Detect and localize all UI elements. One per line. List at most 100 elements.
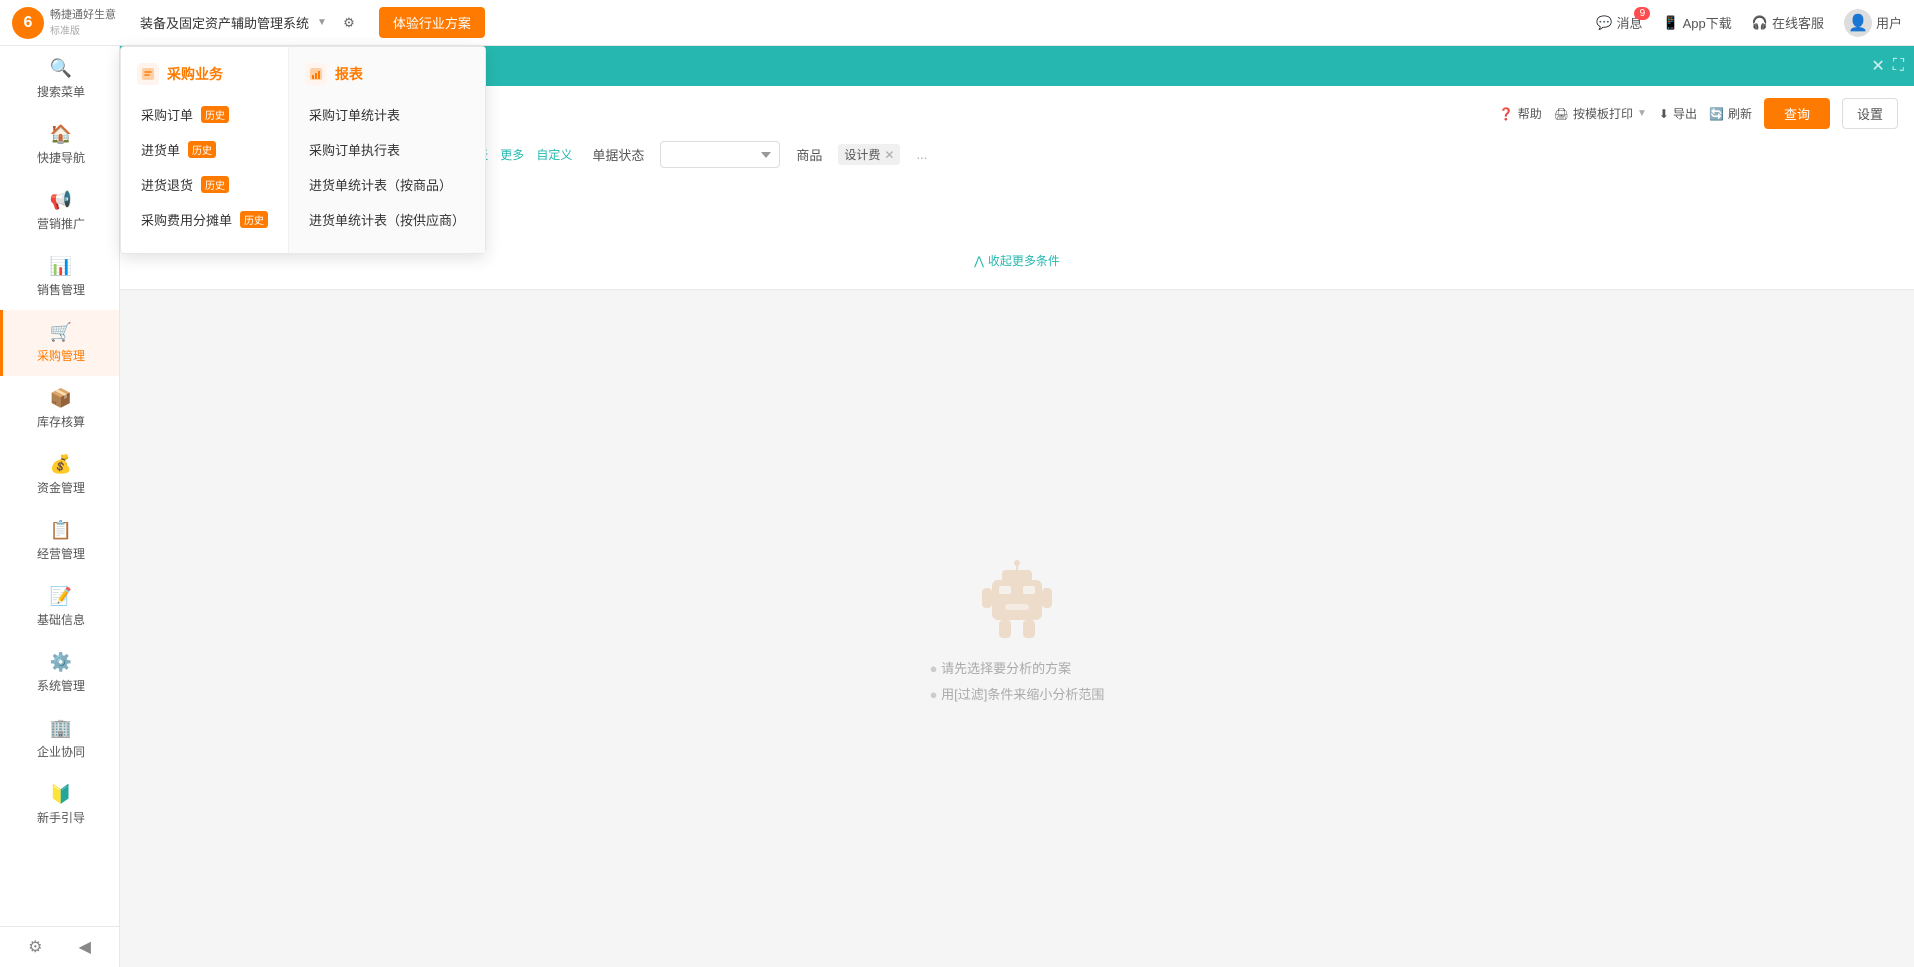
goods-tag-value: 设计费 <box>844 146 880 163</box>
menu-item-report-supplier[interactable]: 进货单统计表（按供应商） <box>305 202 469 237</box>
menu-item-report-goods[interactable]: 进货单统计表（按商品） <box>305 167 469 202</box>
report-title-label: 报表 <box>335 64 363 84</box>
menu-item-purchase-expense[interactable]: 采购费用分摊单 历史 <box>137 202 272 237</box>
quick-more-btn[interactable]: 更多 <box>496 144 528 165</box>
export-icon: ⬇ <box>1659 107 1669 121</box>
system-title-text: 装备及固定资产辅助管理系统 <box>140 13 309 32</box>
sales-icon: 📊 <box>50 256 72 277</box>
headset-icon: 🎧 <box>1752 15 1768 31</box>
message-icon: 💬 <box>1596 15 1612 31</box>
refresh-btn[interactable]: 🔄 刷新 <box>1709 105 1752 122</box>
user-label: 用户 <box>1876 13 1902 32</box>
sidebar-item-inventory[interactable]: 📦 库存核算 <box>0 376 119 442</box>
goods-tag: 设计费 ✕ <box>838 144 900 165</box>
sidebar-label-search: 搜索菜单 <box>37 83 85 100</box>
empty-hint2: 用[过滤]条件来缩小分析范围 <box>930 682 1105 708</box>
online-service-btn[interactable]: 🎧 在线客服 <box>1752 13 1824 32</box>
logo-area: 6 畅捷通好生意 标准版 <box>12 7 132 39</box>
sidebar-item-operations[interactable]: 📋 经营管理 <box>0 508 119 574</box>
industry-btn[interactable]: 体验行业方案 <box>379 7 485 38</box>
enterprise-icon: 🏢 <box>50 718 72 739</box>
business-title-icon <box>137 63 159 85</box>
sidebar-label-guide: 新手引导 <box>37 809 85 826</box>
sidebar-label-operations: 经营管理 <box>37 545 85 562</box>
sidebar-item-marketing[interactable]: 📢 营销推广 <box>0 178 119 244</box>
sidebar-item-basic-info[interactable]: 📝 基础信息 <box>0 574 119 640</box>
refresh-label: 刷新 <box>1728 105 1752 122</box>
tab-expand-icon[interactable]: ⛶ <box>1893 57 1904 75</box>
logo-text: 畅捷通好生意 <box>50 8 116 22</box>
goods-tag-close[interactable]: ✕ <box>884 148 894 162</box>
query-button[interactable]: 查询 <box>1764 98 1830 129</box>
menu-item-report-order-exec[interactable]: 采购订单执行表 <box>305 132 469 167</box>
sidebar-item-quick-nav[interactable]: 🏠 快捷导航 <box>0 112 119 178</box>
sidebar-label-quick-nav: 快捷导航 <box>37 149 85 166</box>
export-label: 导出 <box>1673 105 1697 122</box>
app-download-btn[interactable]: 📱 App下载 <box>1662 13 1731 32</box>
message-badge: 9 <box>1634 7 1650 20</box>
tab-close-all-icon[interactable]: ✕ <box>1871 56 1884 76</box>
tab-bar-right: ✕ ⛶ <box>1871 56 1914 76</box>
sidebar-item-search[interactable]: 🔍 搜索菜单 <box>0 46 119 112</box>
report-title: 报表 <box>305 63 469 85</box>
export-btn[interactable]: ⬇ 导出 <box>1659 105 1697 122</box>
inventory-icon: 📦 <box>50 388 72 409</box>
voucher-status-label: 单据状态 <box>592 145 644 164</box>
help-label: 帮助 <box>1518 105 1542 122</box>
sidebar: 🔍 搜索菜单 🏠 快捷导航 📢 营销推广 📊 销售管理 🛒 采购管理 📦 库存核… <box>0 46 120 967</box>
sidebar-item-purchase[interactable]: 🛒 采购管理 <box>0 310 119 376</box>
basic-info-icon: 📝 <box>50 586 72 607</box>
sidebar-label-basic-info: 基础信息 <box>37 611 85 628</box>
business-title: 采购业务 <box>137 63 272 85</box>
sidebar-item-guide[interactable]: 🔰 新手引导 <box>0 772 119 838</box>
business-column: 采购业务 采购订单 历史 进货单 历史 进货退货 历史 采购费用分摊单 历史 <box>121 47 288 253</box>
menu-item-purchase-order[interactable]: 采购订单 历史 <box>137 97 272 132</box>
logo-icon: 6 <box>12 7 44 39</box>
print-arrow[interactable]: ▼ <box>1637 108 1647 119</box>
user-btn[interactable]: 👤 用户 <box>1844 9 1902 37</box>
settings-button[interactable]: 设置 <box>1842 98 1898 129</box>
quick-custom-btn[interactable]: 自定义 <box>532 144 576 165</box>
menu-item-purchase-return[interactable]: 进货退货 历史 <box>137 167 272 202</box>
message-btn[interactable]: 💬 消息 9 <box>1596 13 1642 32</box>
home-icon: 🏠 <box>50 124 72 145</box>
goods-ellipsis[interactable]: ... <box>916 147 927 162</box>
sidebar-settings-btn[interactable]: ⚙ <box>28 937 42 957</box>
report-order-exec-label: 采购订单执行表 <box>309 140 400 159</box>
sidebar-label-sales: 销售管理 <box>37 281 85 298</box>
top-header: 6 畅捷通好生意 标准版 装备及固定资产辅助管理系统 ▼ ⚙ 体验行业方案 💬 … <box>0 0 1914 46</box>
online-service-label: 在线客服 <box>1772 13 1824 32</box>
print-label: 按模板打印 <box>1573 105 1633 122</box>
logo-sub: 标准版 <box>50 22 116 37</box>
app-icon: 📱 <box>1662 15 1678 31</box>
business-title-label: 采购业务 <box>167 64 223 84</box>
gear-button[interactable]: ⚙ <box>335 9 363 37</box>
system-icon: ⚙️ <box>50 652 72 673</box>
sidebar-item-finance[interactable]: 💰 资金管理 <box>0 442 119 508</box>
purchase-return-label: 进货退货 <box>141 175 193 194</box>
print-btn[interactable]: 🖨 按模板打印 ▼ <box>1554 105 1647 122</box>
collapse-arrow: ⋀ <box>974 254 984 268</box>
system-title-arrow[interactable]: ▼ <box>317 17 327 28</box>
avatar: 👤 <box>1844 9 1872 37</box>
menu-item-report-order-stats[interactable]: 采购订单统计表 <box>305 97 469 132</box>
menu-item-purchase-receipt[interactable]: 进货单 历史 <box>137 132 272 167</box>
sidebar-label-inventory: 库存核算 <box>37 413 85 430</box>
voucher-status-select[interactable] <box>660 141 780 168</box>
logo-text-block: 畅捷通好生意 标准版 <box>50 8 116 37</box>
sidebar-item-system[interactable]: ⚙️ 系统管理 <box>0 640 119 706</box>
marketing-icon: 📢 <box>50 190 72 211</box>
empty-text: 请先选择要分析的方案 用[过滤]条件来缩小分析范围 <box>930 656 1105 708</box>
help-icon: ❓ <box>1499 107 1514 121</box>
report-supplier-label: 进货单统计表（按供应商） <box>309 210 465 229</box>
operations-icon: 📋 <box>50 520 72 541</box>
purchase-order-label: 采购订单 <box>141 105 193 124</box>
sidebar-bottom: ⚙ ◀ <box>0 926 119 967</box>
sidebar-item-enterprise[interactable]: 🏢 企业协同 <box>0 706 119 772</box>
report-title-icon <box>305 63 327 85</box>
print-icon: 🖨 <box>1554 107 1569 121</box>
help-btn[interactable]: ❓ 帮助 <box>1499 105 1542 122</box>
sidebar-collapse-btn[interactable]: ◀ <box>79 937 91 957</box>
sidebar-item-sales[interactable]: 📊 销售管理 <box>0 244 119 310</box>
refresh-icon: 🔄 <box>1709 107 1724 121</box>
